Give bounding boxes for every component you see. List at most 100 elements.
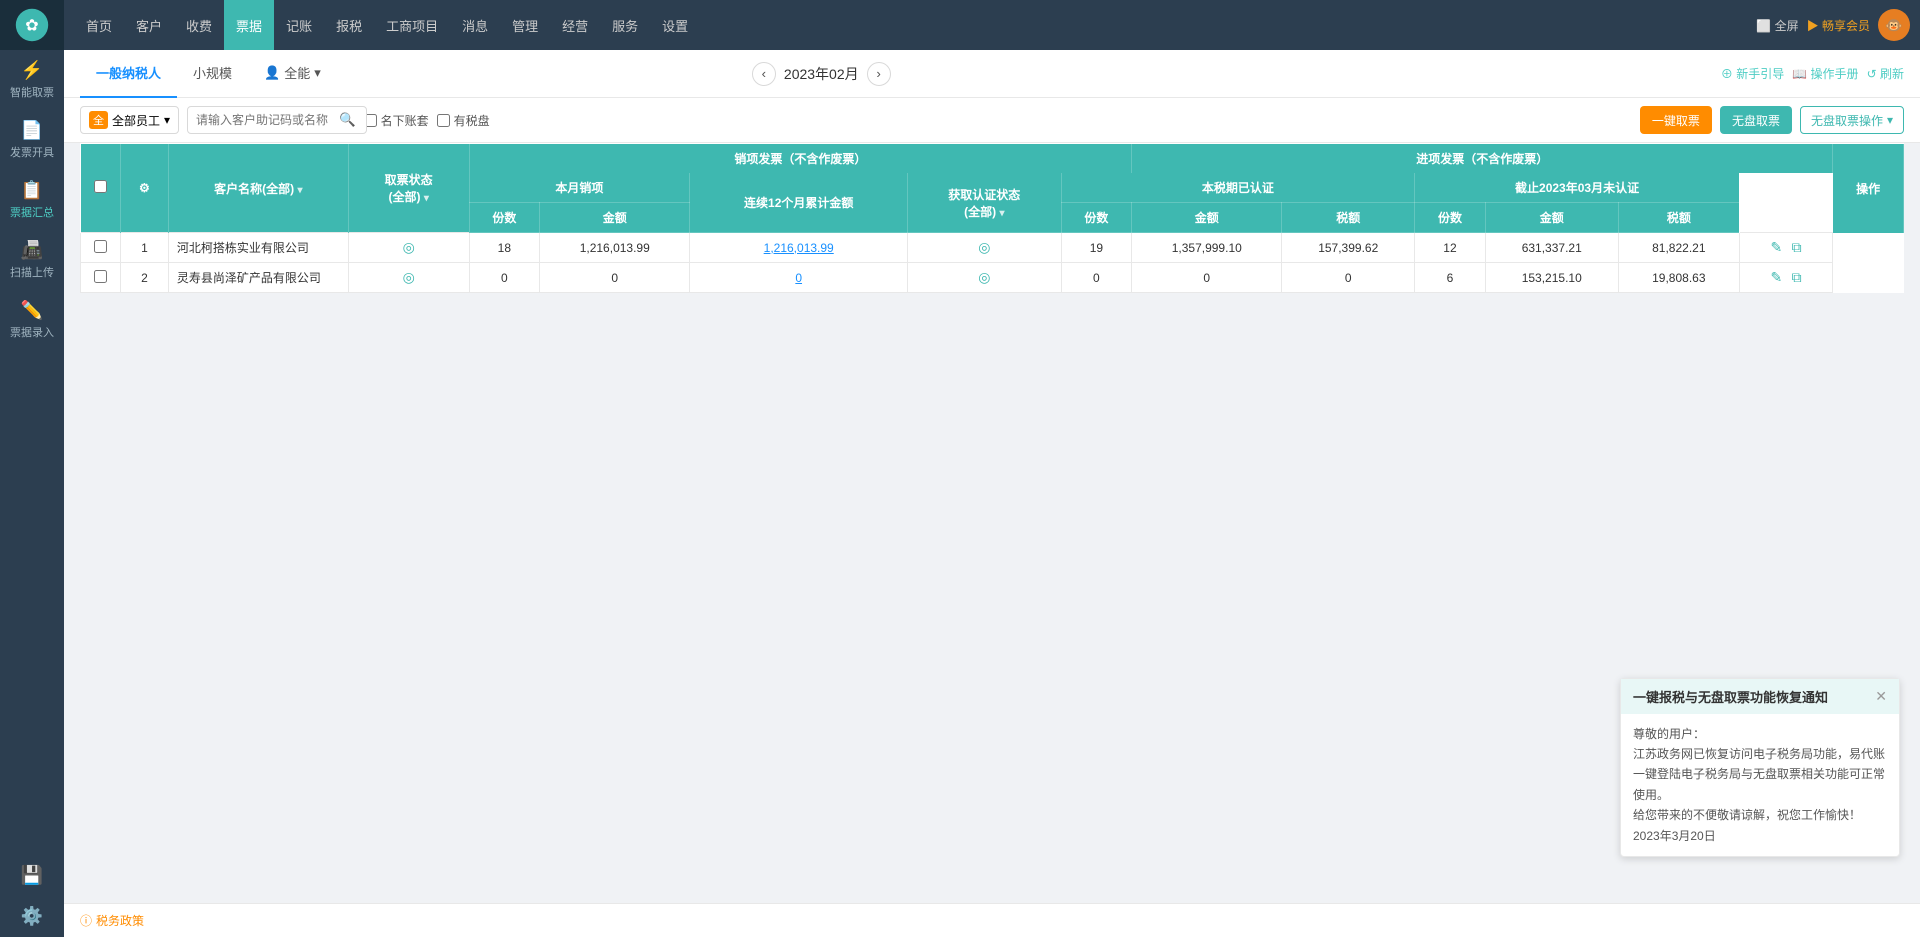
th-cumulative: 连续12个月累计金额 <box>690 173 908 233</box>
row-num-0: 1 <box>121 233 169 263</box>
tab-date-nav: ‹ 2023年02月 › <box>752 62 891 86</box>
sidebar-logo: ✿ <box>0 0 64 50</box>
sidebar: ✿ ⚡ 智能取票 📄 发票开具 📋 票据汇总 📠 扫描上传 ✏️ 票据录入 💾 … <box>0 0 64 937</box>
one-key-retrieve-btn[interactable]: 一键取票 <box>1640 106 1712 134</box>
svg-text:✿: ✿ <box>25 16 39 34</box>
row-checkbox-1[interactable] <box>94 270 107 283</box>
sidebar-item-invoice-summary[interactable]: 📋 票据汇总 <box>0 170 64 230</box>
toolbar: 全 全部员工 ▾ 🔍 名下账套 有税盘 一键取票 无盘取票 无盘取票操作 <box>64 98 1920 143</box>
employee-label: 全部员工 <box>112 112 160 129</box>
smart-retrieve-icon: ⚡ <box>21 60 43 81</box>
nav-management[interactable]: 管理 <box>500 0 550 50</box>
row-client-0: 河北柯搭栋实业有限公司 <box>168 233 348 263</box>
new-guide-link[interactable]: ⊕ 新手引导 <box>1721 65 1784 82</box>
row-checkbox-cell-1 <box>81 263 121 293</box>
th-settings-icon: ⚙ <box>121 144 169 233</box>
nav-collection[interactable]: 收费 <box>174 0 224 50</box>
nav-operation[interactable]: 经营 <box>550 0 600 50</box>
th-operation: 操作 <box>1833 144 1904 233</box>
account-checkbox-label[interactable]: 名下账套 <box>364 112 429 129</box>
row-month-amount-1: 0 <box>540 263 690 293</box>
search-button[interactable]: 🔍 <box>339 112 356 128</box>
notification-line: 尊敬的用户： <box>1633 724 1887 744</box>
th-this-period-certified: 本税期已认证 <box>1061 173 1415 203</box>
nav-business[interactable]: 工商项目 <box>374 0 450 50</box>
nav-invoice[interactable]: 票据 <box>224 0 274 50</box>
dropdown-arrow-icon: ▾ <box>1887 113 1893 127</box>
sidebar-item-scan-upload[interactable]: 📠 扫描上传 <box>0 230 64 290</box>
tab-general-taxpayer[interactable]: 一般纳税人 <box>80 50 177 98</box>
edit-icon-1[interactable]: ✎ <box>1771 269 1783 285</box>
nav-home[interactable]: 首页 <box>74 0 124 50</box>
next-date-btn[interactable]: › <box>867 62 891 86</box>
th-checkbox <box>81 144 121 233</box>
row-retrieve-status-1: ◎ <box>348 263 469 293</box>
all-tab-dropdown-icon: ▾ <box>314 65 321 81</box>
footer-label[interactable]: 税务政策 <box>96 912 144 929</box>
employee-select[interactable]: 全 全部员工 ▾ <box>80 106 179 134</box>
th-sales-invoice-group: 销项发票（不含作废票） <box>469 144 1132 174</box>
tax-disk-checkbox-label[interactable]: 有税盘 <box>437 112 490 129</box>
row-this-period-tax-1: 0 <box>1282 263 1415 293</box>
page-footer: ⓘ 税务政策 <box>64 903 1920 937</box>
row-checkbox-cell-0 <box>81 233 121 263</box>
fullscreen-btn[interactable]: ⬜ 全屏 <box>1756 17 1798 34</box>
refresh-link[interactable]: ↺ 刷新 <box>1867 65 1904 82</box>
nav-bookkeeping[interactable]: 记账 <box>274 0 324 50</box>
th-uncert-count: 份数 <box>1415 203 1486 233</box>
avatar[interactable]: 🐵 <box>1878 9 1910 41</box>
tab-small-scale[interactable]: 小规模 <box>177 50 248 98</box>
tab-actions: ⊕ 新手引导 📖 操作手册 ↺ 刷新 <box>1721 65 1904 82</box>
notification-close-btn[interactable]: ✕ <box>1875 688 1887 705</box>
row-this-period-count-1: 0 <box>1061 263 1132 293</box>
row-this-period-count-0: 19 <box>1061 233 1132 263</box>
th-cert-status: 获取认证状态(全部) ▾ <box>908 173 1061 233</box>
nav-settings[interactable]: 设置 <box>650 0 700 50</box>
no-disk-ops-btn[interactable]: 无盘取票操作 ▾ <box>1800 106 1904 134</box>
th-this-period-count: 份数 <box>1061 203 1132 233</box>
notification-body: 尊敬的用户：江苏政务网已恢复访问电子税务局功能，易代账一键登陆电子税务局与无盘取… <box>1621 714 1899 856</box>
nav-service[interactable]: 服务 <box>600 0 650 50</box>
nav-client[interactable]: 客户 <box>124 0 174 50</box>
invoice-summary-icon: 📋 <box>21 180 43 201</box>
row-this-period-tax-0: 157,399.62 <box>1282 233 1415 263</box>
sidebar-item-issue-invoice[interactable]: 📄 发票开具 <box>0 110 64 170</box>
prev-date-btn[interactable]: ‹ <box>752 62 776 86</box>
row-uncert-count-1: 6 <box>1415 263 1486 293</box>
row-month-amount-0: 1,216,013.99 <box>540 233 690 263</box>
no-disk-retrieve-btn[interactable]: 无盘取票 <box>1720 106 1792 134</box>
th-month-sales: 本月销项 <box>469 173 690 203</box>
sidebar-item-smart-retrieve[interactable]: ⚡ 智能取票 <box>0 50 64 110</box>
row-checkbox-0[interactable] <box>94 240 107 253</box>
th-retrieve-status: 取票状态(全部) ▾ <box>348 144 469 233</box>
nav-message[interactable]: 消息 <box>450 0 500 50</box>
th-this-period-amount: 金额 <box>1132 203 1282 233</box>
th-client-name: 客户名称(全部) ▾ <box>168 144 348 233</box>
member-btn[interactable]: ▶ 畅享会员 <box>1807 17 1870 34</box>
row-num-1: 2 <box>121 263 169 293</box>
row-cumulative-1: 0 <box>690 263 908 293</box>
tab-all[interactable]: 👤 全能 ▾ <box>248 50 337 98</box>
copy-icon-0[interactable]: ⧉ <box>1792 239 1802 255</box>
select-all-checkbox[interactable] <box>94 180 107 193</box>
row-actions-1: ✎ ⧉ <box>1739 263 1832 293</box>
sidebar-item-download[interactable]: 💾 <box>21 855 43 896</box>
th-month-amount: 金额 <box>540 203 690 233</box>
edit-icon-0[interactable]: ✎ <box>1771 239 1783 255</box>
row-this-period-amount-1: 0 <box>1132 263 1282 293</box>
manual-link[interactable]: 📖 操作手册 <box>1792 65 1858 82</box>
nav-tax[interactable]: 报税 <box>324 0 374 50</box>
row-uncert-amount-1: 153,215.10 <box>1485 263 1618 293</box>
row-month-count-0: 18 <box>469 233 540 263</box>
th-uncert-amount: 金额 <box>1485 203 1618 233</box>
notification-title: 一键报税与无盘取票功能恢复通知 <box>1633 687 1828 706</box>
top-nav: 首页 客户 收费 票据 记账 报税 工商项目 消息 管理 经营 服务 设置 ⬜ … <box>64 0 1920 50</box>
tax-disk-checkbox[interactable] <box>437 114 450 127</box>
download-icon: 💾 <box>21 865 43 886</box>
copy-icon-1[interactable]: ⧉ <box>1792 269 1802 285</box>
row-uncert-tax-0: 81,822.21 <box>1618 233 1739 263</box>
employee-dropdown-icon: ▾ <box>164 113 170 127</box>
row-cumulative-0: 1,216,013.99 <box>690 233 908 263</box>
sidebar-item-help[interactable]: ⚙️ <box>21 896 43 937</box>
sidebar-item-invoice-entry[interactable]: ✏️ 票据录入 <box>0 290 64 350</box>
